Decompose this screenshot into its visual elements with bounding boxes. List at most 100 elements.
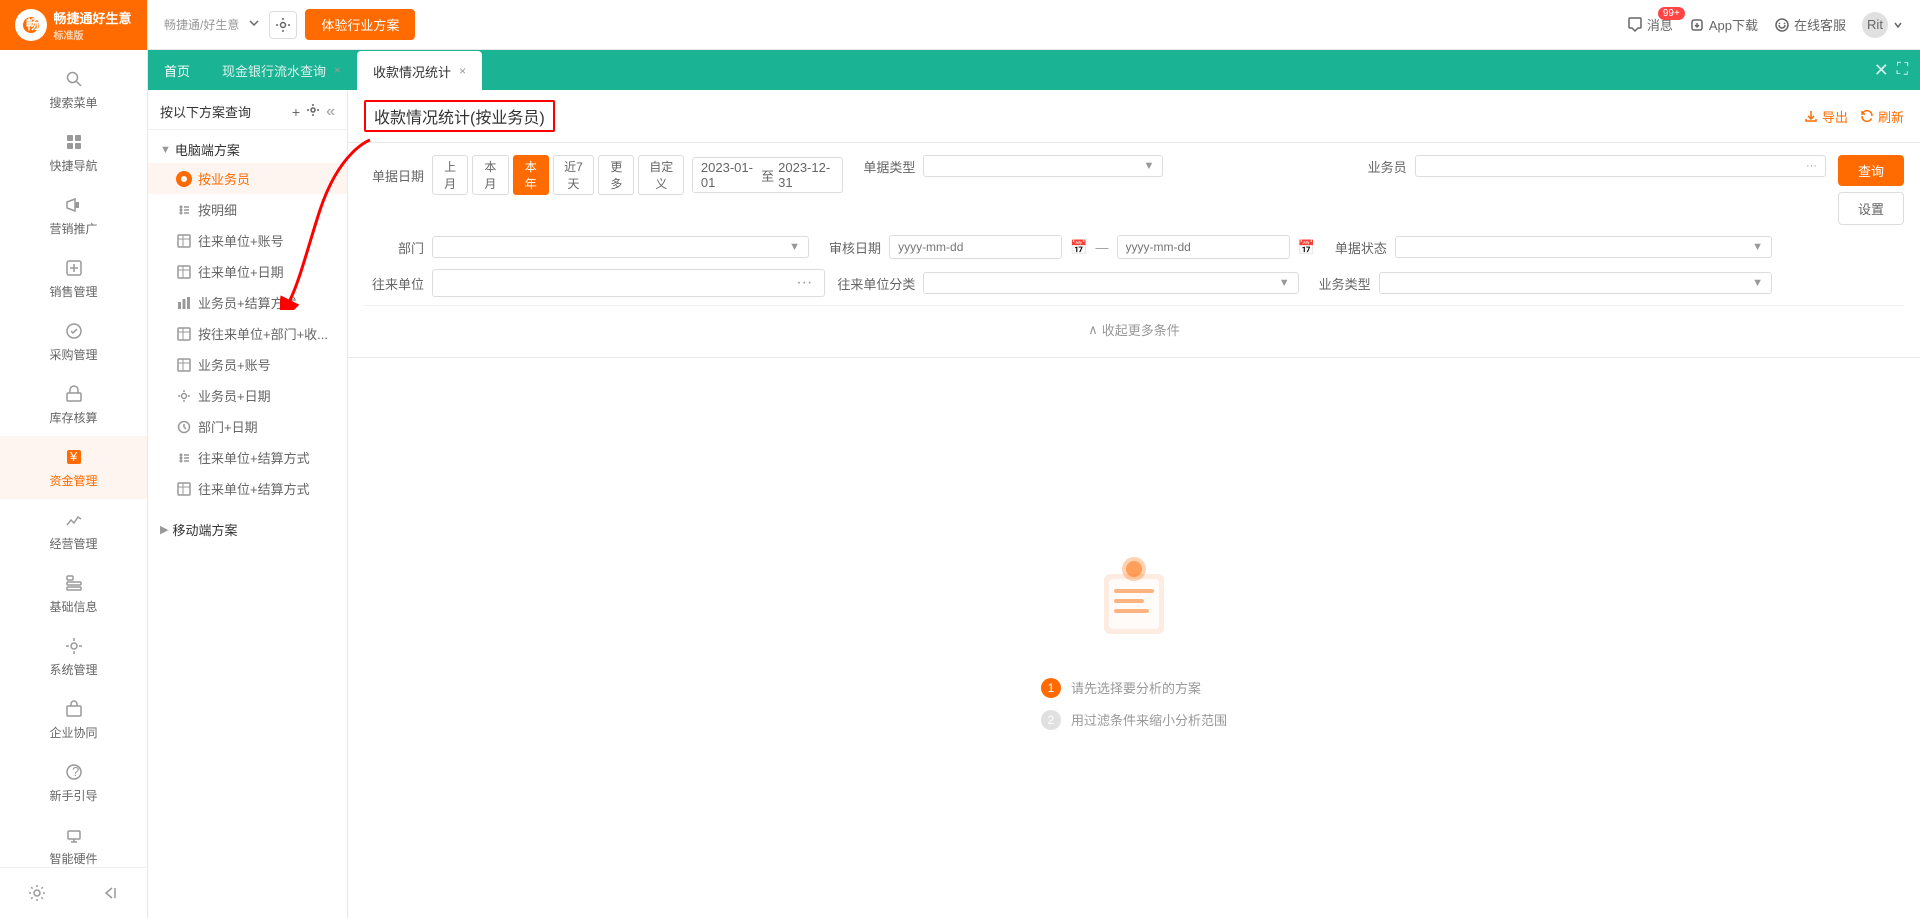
tab-bank-flow-label: 现金银行流水查询 bbox=[222, 61, 326, 80]
date-btn-this-month[interactable]: 本月 bbox=[472, 155, 508, 195]
dept-label: 部门 bbox=[364, 238, 424, 257]
left-panel: 按以下方案查询 + « ▼ 电脑端方案 bbox=[148, 90, 348, 918]
megaphone-icon bbox=[63, 194, 85, 216]
sidebar-label-purchase: 采购管理 bbox=[49, 346, 97, 363]
date-btn-this-year[interactable]: 本年 bbox=[513, 155, 549, 195]
plan-item-salesperson-date[interactable]: 业务员+日期 bbox=[148, 380, 347, 411]
sidebar: 畅 畅捷通好生意 标准版 搜索菜单 快捷导航 营销推广 bbox=[0, 0, 148, 918]
plan-item-salesperson-settlement[interactable]: 业务员+结算方式 bbox=[148, 287, 347, 318]
export-btn[interactable]: 导出 bbox=[1804, 107, 1848, 126]
date-btn-last-month[interactable]: 上月 bbox=[432, 155, 468, 195]
doc-type-select[interactable]: ▼ bbox=[923, 155, 1163, 177]
biz-type-label: 业务类型 bbox=[1311, 274, 1371, 293]
sidebar-item-sales[interactable]: 销售管理 bbox=[0, 247, 147, 310]
calendar-icon-2[interactable]: 📅 bbox=[1298, 239, 1315, 256]
svg-text:?: ? bbox=[72, 764, 79, 779]
sidebar-item-guide[interactable]: ? 新手引导 bbox=[0, 751, 147, 814]
logo-icon: 畅 bbox=[15, 9, 47, 41]
add-plan-btn[interactable]: + bbox=[292, 104, 300, 120]
partner-ellipsis[interactable]: ··· bbox=[792, 274, 816, 292]
tabs-close-all-btn[interactable]: ✕ bbox=[1874, 60, 1889, 81]
tab-bank-flow-close[interactable]: × bbox=[334, 63, 341, 77]
sidebar-item-hardware[interactable]: 智能硬件 bbox=[0, 814, 147, 867]
plan-item-by-detail[interactable]: 按明细 bbox=[148, 194, 347, 225]
tab-collection-stats-close[interactable]: × bbox=[459, 64, 466, 78]
plan-group-desktop-header[interactable]: ▼ 电脑端方案 bbox=[148, 136, 347, 163]
topbar-dropdown-btn[interactable] bbox=[247, 16, 261, 33]
settings-filter-btn[interactable]: 设置 bbox=[1838, 192, 1904, 225]
plan-item-partner-date[interactable]: 往来单位+日期 bbox=[148, 256, 347, 287]
tab-collection-stats-label: 收款情况统计 bbox=[373, 62, 451, 81]
plan-item-by-salesperson[interactable]: 按业务员 bbox=[148, 163, 347, 194]
sidebar-label-operations: 经营管理 bbox=[49, 535, 97, 552]
sidebar-item-purchase[interactable]: 采购管理 bbox=[0, 310, 147, 373]
system-icon bbox=[63, 635, 85, 657]
sidebar-item-marketing[interactable]: 营销推广 bbox=[0, 184, 147, 247]
review-date-label: 审核日期 bbox=[821, 238, 881, 257]
review-date-to-input[interactable] bbox=[1117, 235, 1290, 259]
user-btn[interactable]: Rit bbox=[1862, 12, 1904, 38]
sidebar-item-basic[interactable]: 基础信息 bbox=[0, 562, 147, 625]
tab-bank-flow[interactable]: 现金银行流水查询 × bbox=[206, 50, 357, 90]
hardware-icon bbox=[63, 824, 85, 846]
calendar-icon-1[interactable]: 📅 bbox=[1070, 239, 1087, 256]
plan-item-partner-settlement2[interactable]: 往来单位+结算方式 bbox=[148, 473, 347, 504]
sidebar-item-inventory[interactable]: 库存核算 bbox=[0, 373, 147, 436]
query-btn[interactable]: 查询 bbox=[1838, 155, 1904, 186]
collapse-panel-btn[interactable]: « bbox=[326, 103, 335, 121]
empty-state: 1 请先选择要分析的方案 2 用过滤条件来缩小分析范围 bbox=[348, 358, 1920, 918]
doc-status-select[interactable]: ▼ bbox=[1395, 236, 1772, 258]
sidebar-item-finance[interactable]: ¥ 资金管理 bbox=[0, 436, 147, 499]
partner-select[interactable]: ··· bbox=[432, 269, 825, 297]
plan-item-partner-settlement1[interactable]: 往来单位+结算方式 bbox=[148, 442, 347, 473]
dept-select[interactable]: ▼ bbox=[432, 236, 809, 258]
left-panel-title: 按以下方案查询 bbox=[160, 102, 251, 121]
sidebar-item-system[interactable]: 系统管理 bbox=[0, 625, 147, 688]
sidebar-item-quick-nav[interactable]: 快捷导航 bbox=[0, 121, 147, 184]
inventory-icon bbox=[63, 383, 85, 405]
user-dropdown-icon bbox=[1892, 19, 1904, 31]
plan-settings-btn[interactable] bbox=[306, 103, 320, 120]
biz-type-select[interactable]: ▼ bbox=[1379, 272, 1772, 294]
tab-collection-stats[interactable]: 收款情况统计 × bbox=[357, 51, 482, 91]
salesperson-select[interactable]: ··· bbox=[1415, 155, 1826, 177]
date-buttons: 上月 本月 本年 近7天 更多 自定义 bbox=[432, 155, 684, 195]
date-btn-custom[interactable]: 自定义 bbox=[638, 155, 683, 195]
empty-steps: 1 请先选择要分析的方案 2 用过滤条件来缩小分析范围 bbox=[1041, 678, 1227, 742]
partner-category-chevron: ▼ bbox=[1279, 277, 1290, 289]
review-date-from-input[interactable] bbox=[889, 235, 1062, 259]
user-name: Rit bbox=[1867, 17, 1883, 32]
app-download-btn[interactable]: App下载 bbox=[1689, 15, 1758, 34]
online-service-btn[interactable]: 在线客服 bbox=[1774, 15, 1846, 34]
topbar-settings-btn[interactable] bbox=[269, 11, 297, 39]
tab-home[interactable]: 首页 bbox=[148, 50, 206, 90]
plan-item-dept-date-label: 部门+日期 bbox=[198, 417, 258, 436]
date-range-display: 2023-01-01 至 2023-12-31 bbox=[692, 157, 843, 193]
message-btn[interactable]: 消息 99+ bbox=[1627, 15, 1673, 34]
action-buttons: 查询 设置 bbox=[1838, 155, 1904, 225]
date-btn-7days[interactable]: 近7天 bbox=[553, 155, 594, 195]
plan-item-partner-dept-collect[interactable]: 按往来单位+部门+收... bbox=[148, 318, 347, 349]
plan-group-mobile-header[interactable]: ▶ 移动端方案 bbox=[148, 516, 347, 543]
filter-area: 单据日期 上月 本月 本年 近7天 更多 自定义 2023-01-01 至 bbox=[348, 143, 1920, 358]
sidebar-item-search[interactable]: 搜索菜单 bbox=[0, 58, 147, 121]
date-btn-more[interactable]: 更多 bbox=[598, 155, 634, 195]
sidebar-settings-btn[interactable] bbox=[22, 878, 52, 908]
collapse-filter-btn[interactable]: ∧ 收起更多条件 bbox=[1082, 314, 1186, 345]
sidebar-collapse-btn[interactable] bbox=[95, 878, 125, 908]
sidebar-nav: 搜索菜单 快捷导航 营销推广 销售管理 采购管理 bbox=[0, 50, 147, 867]
plan-item-dept-date[interactable]: 部门+日期 bbox=[148, 411, 347, 442]
refresh-btn[interactable]: 刷新 bbox=[1860, 107, 1904, 126]
sidebar-item-enterprise[interactable]: 企业协同 bbox=[0, 688, 147, 751]
partner-category-select[interactable]: ▼ bbox=[923, 272, 1298, 294]
plan-item-partner-account[interactable]: 往来单位+账号 bbox=[148, 225, 347, 256]
basic-icon bbox=[63, 572, 85, 594]
sidebar-label-sales: 销售管理 bbox=[49, 283, 97, 300]
salesperson-label: 业务员 bbox=[1347, 157, 1407, 176]
tabs-expand-btn[interactable]: ⛶ bbox=[1897, 61, 1908, 79]
plan-item-salesperson-account[interactable]: 业务员+账号 bbox=[148, 349, 347, 380]
sidebar-item-operations[interactable]: 经营管理 bbox=[0, 499, 147, 562]
plan-table-icon-3 bbox=[176, 326, 192, 342]
trial-btn[interactable]: 体验行业方案 bbox=[305, 9, 415, 40]
sidebar-label-system: 系统管理 bbox=[49, 661, 97, 678]
